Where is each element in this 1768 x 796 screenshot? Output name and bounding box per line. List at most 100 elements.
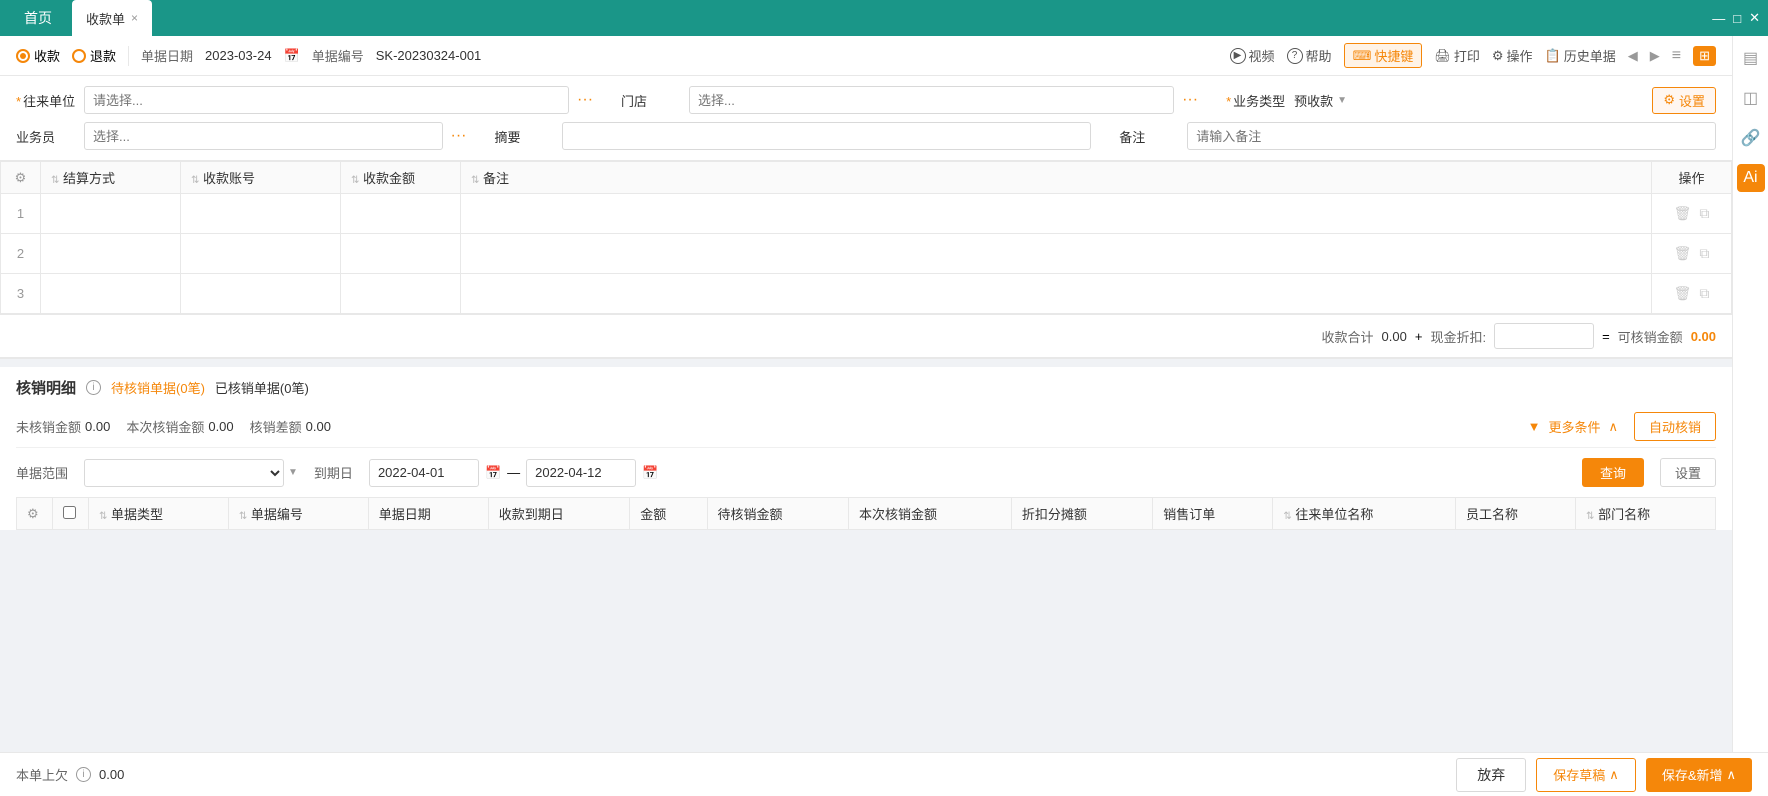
save-new-button[interactable]: 保存&新增 ∧	[1646, 758, 1752, 792]
close-btn[interactable]: ✕	[1749, 10, 1760, 26]
sort-icon-settle[interactable]: ⇅	[51, 175, 59, 186]
row3-account[interactable]	[181, 274, 341, 314]
sort-icon-amount[interactable]: ⇅	[351, 175, 359, 186]
row1-account[interactable]	[181, 194, 341, 234]
row2-remark[interactable]	[461, 234, 1652, 274]
discount-label: 现金折扣:	[1430, 327, 1486, 346]
table-gear-icon[interactable]: ⚙	[15, 170, 27, 185]
this-order-info-icon[interactable]: i	[76, 767, 91, 782]
row1-amount[interactable]	[341, 194, 461, 234]
this-order-label: 本单上欠	[16, 765, 68, 784]
salesperson-input[interactable]	[84, 122, 443, 150]
remark-input[interactable]	[1187, 122, 1716, 150]
shortcut-btn[interactable]: ⌨ 快捷键	[1344, 43, 1423, 68]
sidebar-table-icon[interactable]: ▤	[1737, 44, 1765, 72]
help-btn[interactable]: ? 帮助	[1287, 46, 1332, 65]
grid-view-icon[interactable]: ⊞	[1693, 46, 1716, 66]
query-button[interactable]: 查询	[1582, 458, 1644, 487]
plus-sign: +	[1415, 329, 1423, 344]
row3-remark[interactable]	[461, 274, 1652, 314]
tab-active[interactable]: 收款单 ×	[72, 0, 152, 36]
th-operation: 操作	[1652, 162, 1732, 194]
th-amount: ⇅ 收款金额	[341, 162, 461, 194]
row3-copy-icon[interactable]: ⧉	[1699, 285, 1709, 302]
th-gear-bottom: ⚙	[17, 498, 53, 530]
history-btn[interactable]: 📋 历史单据	[1545, 46, 1616, 65]
discard-button[interactable]: 放弃	[1456, 758, 1526, 792]
nav-next-icon[interactable]: ▶	[1650, 48, 1660, 64]
pending-tab[interactable]: 待核销单据(0笔)	[111, 378, 205, 397]
row3-amount[interactable]	[341, 274, 461, 314]
row1-settle[interactable]	[41, 194, 181, 234]
business-type-arrow-icon[interactable]: ▼	[1337, 95, 1347, 106]
date-to-input[interactable]	[526, 459, 636, 487]
sidebar-ai-icon[interactable]: Ai	[1737, 164, 1765, 192]
row1-copy-icon[interactable]: ⧉	[1699, 205, 1709, 222]
receivable-value: 0.00	[1691, 329, 1716, 344]
reconcile-info-icon[interactable]: i	[86, 380, 101, 395]
calendar-icon[interactable]: 📅	[284, 48, 300, 64]
discount-input[interactable]	[1494, 323, 1594, 349]
bottom-table-gear-icon[interactable]: ⚙	[27, 506, 39, 521]
save-draft-arrow-icon[interactable]: ∧	[1609, 767, 1619, 783]
sort-icon-remark[interactable]: ⇅	[471, 175, 479, 186]
salesperson-more-icon[interactable]: ···	[451, 127, 467, 145]
sidebar-link-icon[interactable]: 🔗	[1737, 124, 1765, 152]
main-content: 收款 退款 单据日期 2023-03-24 📅 单据编号 SK-20230324…	[0, 36, 1732, 752]
row2-amount[interactable]	[341, 234, 461, 274]
minimize-btn[interactable]: —	[1712, 11, 1725, 26]
filter-row: 单据范围 ▼ 到期日 📅 — 📅 查询 设置	[16, 447, 1716, 497]
bottom-settings-button[interactable]: 设置	[1660, 458, 1716, 487]
radio-refund[interactable]: 退款	[72, 46, 116, 65]
done-tab[interactable]: 已核销单据(0笔)	[215, 378, 309, 397]
th-remark: ⇅ 备注	[461, 162, 1652, 194]
date-from-input[interactable]	[369, 459, 479, 487]
row3-idx: 3	[1, 274, 41, 314]
settings-button[interactable]: ⚙ 设置	[1652, 87, 1716, 114]
list-view-icon[interactable]: ≡	[1672, 47, 1681, 65]
business-type-label: 业务类型	[1226, 91, 1286, 110]
counterpart-more-icon[interactable]: ···	[577, 91, 593, 109]
calendar-from-icon[interactable]: 📅	[485, 465, 501, 481]
receipt-refund-toggle: 收款 退款	[16, 46, 116, 65]
diff-value: 0.00	[306, 419, 331, 434]
select-all-checkbox[interactable]	[63, 506, 76, 519]
table-row: 1 🗑 ⧉	[1, 194, 1732, 234]
date-value: 2023-03-24	[205, 48, 272, 63]
row1-remark[interactable]	[461, 194, 1652, 234]
tab-home[interactable]: 首页	[8, 0, 68, 36]
row2-copy-icon[interactable]: ⧉	[1699, 245, 1709, 262]
store-more-icon[interactable]: ···	[1182, 91, 1198, 109]
maximize-btn[interactable]: □	[1733, 11, 1741, 26]
range-dropdown-icon[interactable]: ▼	[288, 467, 298, 478]
more-conditions-btn[interactable]: ▼ 更多条件 ∧	[1528, 417, 1618, 436]
operation-btn[interactable]: ⚙ 操作	[1492, 46, 1533, 65]
row2-account[interactable]	[181, 234, 341, 274]
store-input[interactable]	[689, 86, 1174, 114]
nav-prev-icon[interactable]: ◀	[1628, 48, 1638, 64]
sort-icon-account[interactable]: ⇅	[191, 175, 199, 186]
row1-delete-icon[interactable]: 🗑	[1674, 205, 1692, 222]
chevron-up-icon: ∧	[1608, 419, 1618, 435]
tab-close-icon[interactable]: ×	[131, 11, 138, 25]
row2-delete-icon[interactable]: 🗑	[1674, 245, 1692, 262]
row3-delete-icon[interactable]: 🗑	[1674, 285, 1692, 302]
summary-input[interactable]	[562, 122, 1091, 150]
diff-label: 核销差额	[250, 417, 302, 436]
number-label: 单据编号	[312, 46, 364, 65]
save-draft-button[interactable]: 保存草稿 ∧	[1536, 758, 1636, 792]
footer-right: 放弃 保存草稿 ∧ 保存&新增 ∧	[1456, 758, 1752, 792]
radio-receipt[interactable]: 收款	[16, 46, 60, 65]
counterpart-input[interactable]	[84, 86, 569, 114]
print-btn[interactable]: 🖨 打印	[1434, 46, 1480, 65]
save-new-arrow-icon[interactable]: ∧	[1726, 767, 1736, 783]
row3-settle[interactable]	[41, 274, 181, 314]
sidebar-layout-icon[interactable]: ◫	[1737, 84, 1765, 112]
calendar-to-icon[interactable]: 📅	[642, 465, 658, 481]
auto-reconcile-button[interactable]: 自动核销	[1634, 412, 1716, 441]
window-controls: — □ ✕	[1712, 10, 1760, 26]
video-btn[interactable]: ▶ 视频	[1230, 46, 1275, 65]
row2-settle[interactable]	[41, 234, 181, 274]
this-order-value: 0.00	[99, 767, 124, 782]
range-select[interactable]	[84, 459, 284, 487]
